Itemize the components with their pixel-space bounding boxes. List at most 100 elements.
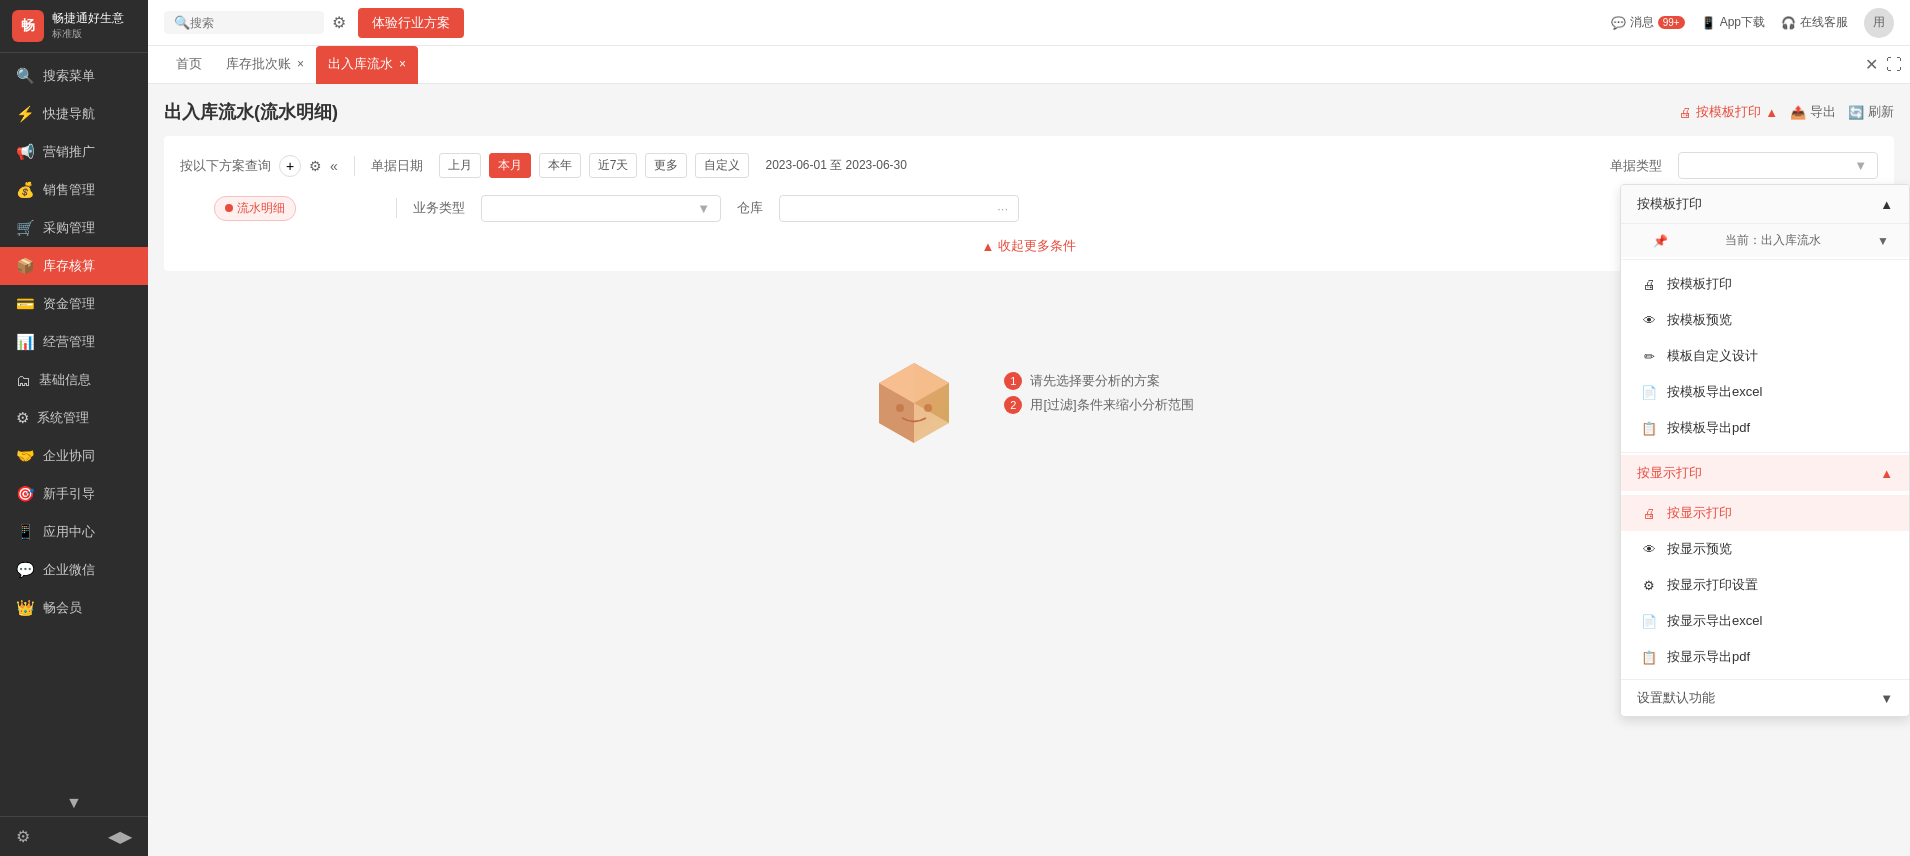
warehouse-select[interactable]: ··· [779,195,1019,222]
template_export_pdf-label: 按模板导出pdf [1667,419,1750,437]
sidebar-item-inventory[interactable]: 📦库存核算 [0,247,148,285]
template_preview-label: 按模板预览 [1667,311,1732,329]
tab-close-batch[interactable]: × [297,57,304,71]
message-btn[interactable]: 💬 消息 99+ [1611,14,1685,31]
appcenter-icon: 📱 [16,523,35,541]
sidebar-item-enterprise[interactable]: 🤝企业协同 [0,437,148,475]
gear-icon[interactable]: ⚙ [332,13,346,32]
filter-scheme-controls: 按以下方案查询 + ⚙ « [180,155,338,177]
inventory-icon: 📦 [16,257,35,275]
dp-item-display_export_pdf[interactable]: 📋 按显示导出pdf [1621,639,1909,675]
sidebar-item-label-newbie: 新手引导 [43,485,95,503]
sidebar-item-newbie[interactable]: 🎯新手引导 [0,475,148,513]
sidebar-item-quicknav[interactable]: ⚡快捷导航 [0,95,148,133]
topbar-search-box[interactable]: 🔍 [164,11,324,34]
sidebar-item-search[interactable]: 🔍搜索菜单 [0,57,148,95]
app-icon: 📱 [1701,16,1716,30]
tab-label-home: 首页 [176,55,202,73]
dp-item-template_preview[interactable]: 👁 按模板预览 [1621,302,1909,338]
date-btn-自定义[interactable]: 自定义 [695,153,749,178]
dp-item-template_custom[interactable]: ✏模板自定义设计 [1621,338,1909,374]
filter-badge-liushui[interactable]: 流水明细 [214,196,296,221]
display_preview-label: 按显示预览 [1667,540,1732,558]
tab-label-flow: 出入库流水 [328,55,393,73]
svg-point-4 [896,404,904,412]
collapse-more-btn[interactable]: ▲ 收起更多条件 [982,237,1077,255]
sales-icon: 💰 [16,181,35,199]
sidebar-item-wechat[interactable]: 💬企业微信 [0,551,148,589]
logo-icon: 畅 [12,10,44,42]
date-btn-本年[interactable]: 本年 [539,153,581,178]
sidebar-item-appcenter[interactable]: 📱应用中心 [0,513,148,551]
sidebar-item-label-wechat: 企业微信 [43,561,95,579]
scroll-down-btn[interactable]: ▼ [66,794,82,812]
business-type-select[interactable]: ▼ [481,195,721,222]
operations-icon: 📊 [16,333,35,351]
service-btn[interactable]: 🎧 在线客服 [1781,14,1848,31]
doc-type-select[interactable]: ▼ [1678,152,1878,179]
display_export_pdf-label: 按显示导出pdf [1667,648,1750,666]
sidebar-item-basic[interactable]: 🗂基础信息 [0,361,148,399]
search-input[interactable] [190,16,314,30]
date-btn-本月[interactable]: 本月 [489,153,531,178]
dp-item-template_print[interactable]: 🖨按模板打印 [1621,266,1909,302]
sidebar-item-member[interactable]: 👑畅会员 [0,589,148,627]
display_preview-icon: 👁 [1641,541,1657,557]
dp-item-display_export_excel[interactable]: 📄 按显示导出excel [1621,603,1909,639]
dp-footer[interactable]: 设置默认功能 ▼ [1621,679,1909,716]
dp-display-section-header[interactable]: 按显示打印 ▲ [1621,455,1909,491]
collapse-scheme-btn[interactable]: « [330,158,338,174]
app-download-btn[interactable]: 📱 App下载 [1701,14,1765,31]
tab-close-flow[interactable]: × [399,57,406,71]
purchase-icon: 🛒 [16,219,35,237]
business-type-arrow-icon: ▼ [697,201,710,216]
template_preview-icon: 👁 [1641,312,1657,328]
settings-scheme-btn[interactable]: ⚙ [309,158,322,174]
refresh-btn[interactable]: 🔄 刷新 [1848,103,1894,121]
display_export_excel-icon: 📄 [1641,613,1657,629]
dp-scroll-up-icon: ▲ [1880,197,1893,212]
sidebar-item-operations[interactable]: 📊 经营管理 [0,323,148,361]
dp-item-display_print[interactable]: 🖨按显示打印 [1621,495,1909,531]
collapse-sidebar-btn[interactable]: ◀▶ [108,827,132,846]
export-btn[interactable]: 📤 导出 [1790,103,1836,121]
avatar[interactable]: 用 [1864,8,1894,38]
industry-btn[interactable]: 体验行业方案 [358,8,464,38]
dp-current-item[interactable]: 📌 当前：出入库流水 ▼ [1621,224,1909,257]
dp-item-template_export_excel[interactable]: 📄按模板导出excel [1621,374,1909,410]
template_print-label: 按模板打印 [1667,275,1732,293]
settings-bottom-btn[interactable]: ⚙ [16,827,30,846]
date-btn-更多[interactable]: 更多 [645,153,687,178]
dp-item-display_preview[interactable]: 👁 按显示预览 [1621,531,1909,567]
display_settings-label: 按显示打印设置 [1667,576,1758,594]
sidebar-item-label-purchase: 采购管理 [43,219,95,237]
dp-item-display_settings[interactable]: ⚙按显示打印设置 [1621,567,1909,603]
dp-display-section: 🖨按显示打印 👁 按显示预览 ⚙按显示打印设置 📄 按显示导出excel 📋 按显示导出pdf [1621,491,1909,679]
sidebar-item-system[interactable]: ⚙系统管理 [0,399,148,437]
sidebar-item-label-operations: 经营管理 [43,333,95,351]
sidebar-item-purchase[interactable]: 🛒 采购管理 [0,209,148,247]
template_export_excel-label: 按模板导出excel [1667,383,1762,401]
sidebar-item-capital[interactable]: 💳资金管理 [0,285,148,323]
display_export_pdf-icon: 📋 [1641,649,1657,665]
display_export_excel-label: 按显示导出excel [1667,612,1762,630]
sidebar-scroll-down[interactable]: ▼ [0,790,148,816]
tab-home[interactable]: 首页 [164,46,214,84]
refresh-icon: 🔄 [1848,105,1864,120]
tabbar-controls: ✕ ⛶ [1865,55,1910,74]
date-filter: 上月本月本年近7天更多自定义 [439,153,750,178]
tab-batch[interactable]: 库存批次账× [214,46,316,84]
dp-item-template_export_pdf[interactable]: 📋按模板导出pdf [1621,410,1909,446]
topbar-right: 💬 消息 99+ 📱 App下载 🎧 在线客服 用 [1611,8,1894,38]
date-btn-上月[interactable]: 上月 [439,153,481,178]
tab-expand-btn[interactable]: ⛶ [1886,56,1902,74]
printer-icon: 🖨 [1679,105,1692,120]
date-btn-近7天[interactable]: 近7天 [589,153,638,178]
tab-flow[interactable]: 出入库流水 × [316,46,418,84]
print-template-btn[interactable]: 🖨 按模板打印 ▲ [1679,103,1778,121]
tab-close-all-btn[interactable]: ✕ [1865,55,1878,74]
sidebar: 畅 畅捷通好生意 标准版 🔍搜索菜单⚡快捷导航📢营销推广💰销售管理🛒采购管理📦库… [0,0,148,856]
sidebar-item-sales[interactable]: 💰销售管理 [0,171,148,209]
sidebar-item-marketing[interactable]: 📢营销推广 [0,133,148,171]
add-scheme-btn[interactable]: + [279,155,301,177]
